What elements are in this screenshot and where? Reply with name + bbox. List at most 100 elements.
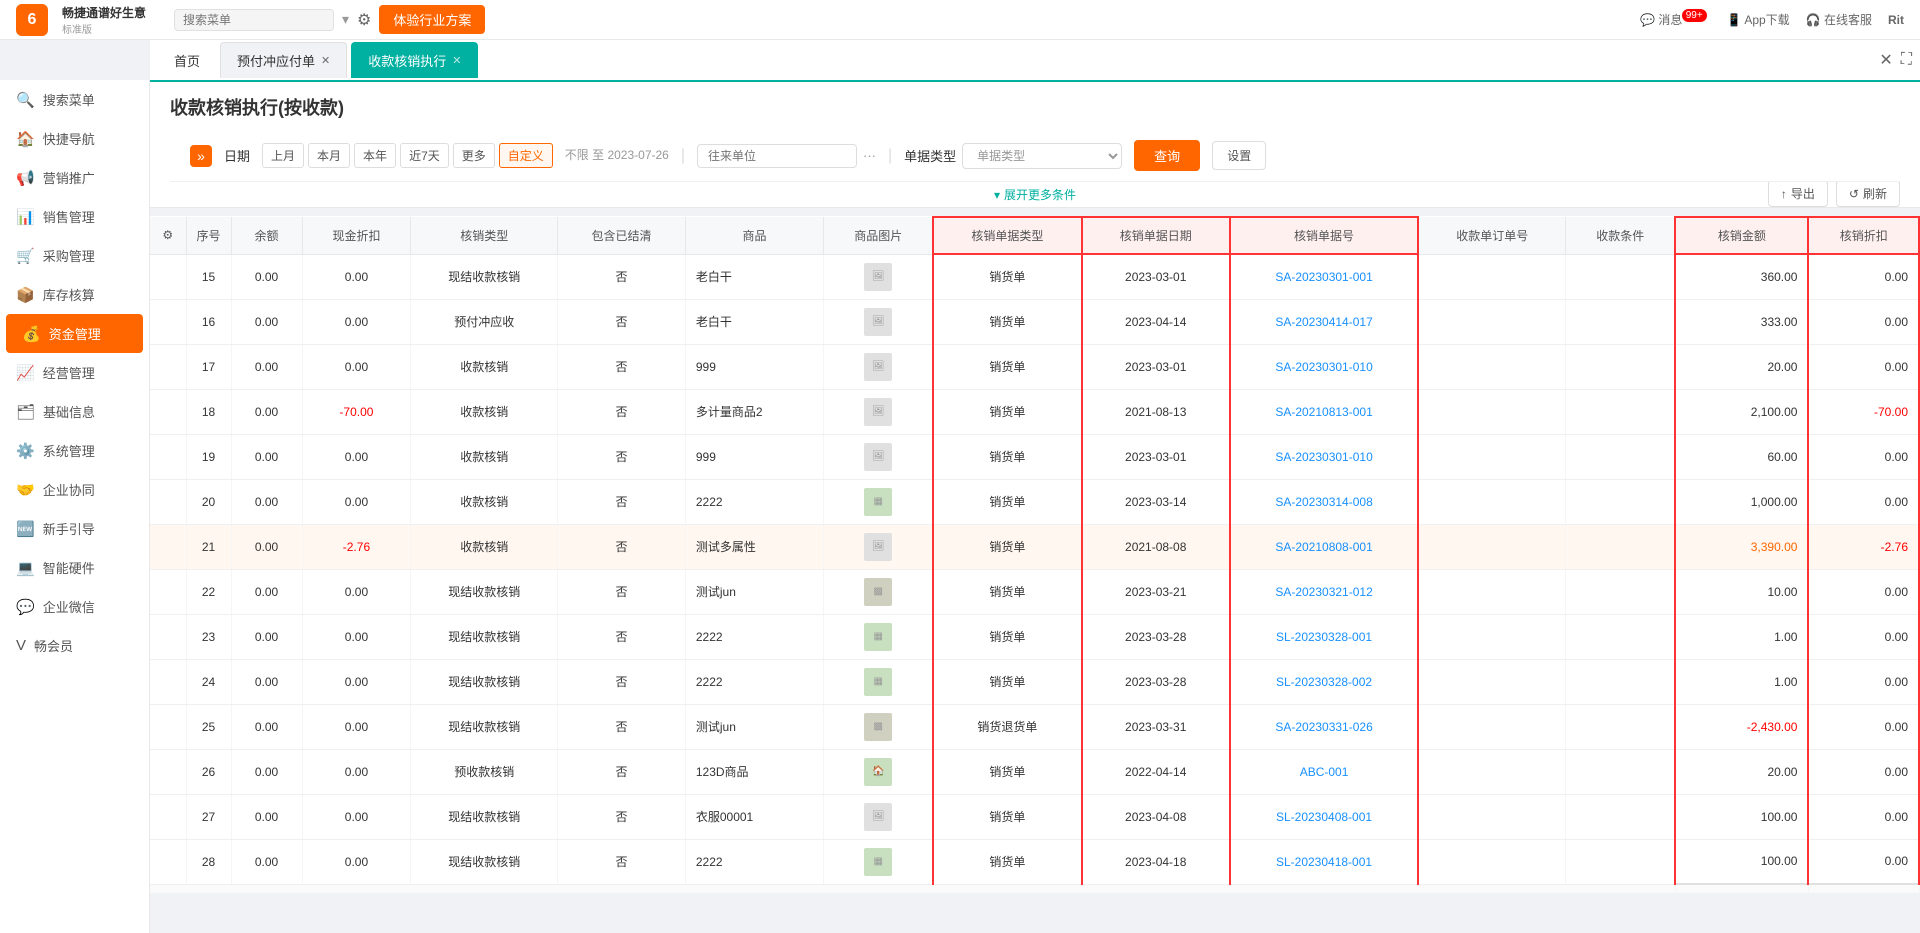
- sidebar-item-marketing[interactable]: 📢营销推广: [0, 158, 149, 197]
- table-row[interactable]: 20 0.00 0.00 收款核销 否 2222 ▦ 销货单 2023-03-1…: [150, 479, 1919, 524]
- td-bill-no: SA-20210813-001: [1230, 389, 1418, 434]
- tab-writeoff[interactable]: 收款核销执行 ✕: [351, 42, 478, 78]
- td-no: 26: [186, 749, 231, 794]
- sidebar-icon-finance: 💰: [22, 325, 41, 343]
- td-receipt-order-no: [1418, 839, 1566, 884]
- date-7days[interactable]: 近7天: [400, 143, 449, 168]
- tab-prepay[interactable]: 预付冲应付单 ✕: [220, 42, 347, 78]
- td-receipt-order-no: [1418, 524, 1566, 569]
- sidebar-item-wechat[interactable]: 💬企业微信: [0, 587, 149, 626]
- td-balance: 0.00: [231, 389, 302, 434]
- tab-prepay-close[interactable]: ✕: [321, 54, 330, 67]
- app-download-link[interactable]: 📱 App下载: [1727, 11, 1790, 28]
- td-bill-date: 2023-04-18: [1082, 839, 1230, 884]
- voucher-select[interactable]: 单据类型: [962, 143, 1122, 169]
- sidebar-item-inventory[interactable]: 📦库存核算: [0, 275, 149, 314]
- td-gear: [150, 479, 186, 524]
- settings-button[interactable]: 设置: [1212, 141, 1266, 170]
- td-receipt-condition: [1566, 344, 1676, 389]
- tab-bar: 首页 预付冲应付单 ✕ 收款核销执行 ✕ ✕ ⛶: [150, 40, 1920, 82]
- sidebar-item-hardware[interactable]: 💻智能硬件: [0, 548, 149, 587]
- sidebar-item-basic[interactable]: 🗂基础信息: [0, 392, 149, 431]
- sidebar-item-operations[interactable]: 📈经营管理: [0, 353, 149, 392]
- date-last-month[interactable]: 上月: [262, 143, 304, 168]
- main-content: 首页 预付冲应付单 ✕ 收款核销执行 ✕ ✕ ⛶ 收款核销执行(按收款) ↑ 导…: [150, 40, 1920, 893]
- sidebar-item-guide[interactable]: 🆕新手引导: [0, 509, 149, 548]
- sidebar-icon-search: 🔍: [16, 91, 35, 109]
- table-row[interactable]: 15 0.00 0.00 现结收款核销 否 老白干 🖼 销货单 2023-03-…: [150, 254, 1919, 299]
- td-bill-type: 销货单: [933, 524, 1081, 569]
- sidebar-item-system[interactable]: ⚙️系统管理: [0, 431, 149, 470]
- td-writeoff-type: 收款核销: [411, 479, 558, 524]
- export-button[interactable]: ↑ 导出: [1768, 180, 1828, 207]
- tab-writeoff-close[interactable]: ✕: [452, 54, 461, 67]
- table-row[interactable]: 28 0.00 0.00 现结收款核销 否 2222 ▦ 销货单 2023-04…: [150, 839, 1919, 884]
- online-service-link[interactable]: 🎧 在线客服: [1806, 11, 1872, 28]
- refresh-button[interactable]: ↺ 刷新: [1836, 180, 1900, 207]
- table-row[interactable]: 18 0.00 -70.00 收款核销 否 多计量商品2 🖼 销货单 2021-…: [150, 389, 1919, 434]
- tab-maximize-btn[interactable]: ⛶: [1901, 51, 1912, 69]
- td-product-img: ▦: [824, 479, 934, 524]
- tab-close-btn[interactable]: ✕: [1879, 50, 1892, 70]
- td-balance: 0.00: [231, 704, 302, 749]
- td-included-settled: 否: [558, 794, 686, 839]
- partner-input[interactable]: [697, 144, 857, 168]
- td-writeoff-type: 现结收款核销: [411, 794, 558, 839]
- td-writeoff-amount: 1,000.00: [1675, 479, 1808, 524]
- app-layout: 🔍搜索菜单🏠快捷导航📢营销推广📊销售管理🛒采购管理📦库存核算💰资金管理📈经营管理…: [0, 40, 1920, 893]
- dropdown-icon[interactable]: ▾: [342, 11, 349, 28]
- date-custom[interactable]: 自定义: [499, 143, 553, 168]
- td-included-settled: 否: [558, 839, 686, 884]
- td-receipt-order-no: [1418, 479, 1566, 524]
- query-button[interactable]: 查询: [1134, 140, 1200, 171]
- sidebar-item-corp[interactable]: 🤝企业协同: [0, 470, 149, 509]
- message-area[interactable]: 💬 消息 99+: [1640, 11, 1711, 28]
- filter-bar: » 日期 上月 本月 本年 近7天 更多 自定义 不限 至 2023-07-26…: [170, 130, 1900, 182]
- sidebar-item-nav[interactable]: 🏠快捷导航: [0, 119, 149, 158]
- table-row[interactable]: 24 0.00 0.00 现结收款核销 否 2222 ▦ 销货单 2023-03…: [150, 659, 1919, 704]
- td-writeoff-discount: 0.00: [1808, 704, 1919, 749]
- filter-expand-button[interactable]: »: [190, 145, 212, 167]
- date-this-year[interactable]: 本年: [354, 143, 396, 168]
- td-product: 多计量商品2: [685, 389, 823, 434]
- data-table-container[interactable]: ⚙ 序号 余额 现金折扣 核销类型 包含已结清 商品 商品图片 核销单据类型 核…: [150, 216, 1920, 893]
- table-row[interactable]: 16 0.00 0.00 预付冲应收 否 老白干 🖼 销货单 2023-04-1…: [150, 299, 1919, 344]
- top-search-input[interactable]: [174, 9, 334, 31]
- table-row[interactable]: 25 0.00 0.00 现结收款核销 否 测试jun ▩ 销货退货单 2023…: [150, 704, 1919, 749]
- table-row[interactable]: 22 0.00 0.00 现结收款核销 否 测试jun ▩ 销货单 2023-0…: [150, 569, 1919, 614]
- sidebar-item-vip[interactable]: V畅会员: [0, 626, 149, 665]
- sidebar-item-search[interactable]: 🔍搜索菜单: [0, 80, 149, 119]
- partner-dots[interactable]: ···: [863, 148, 876, 163]
- sidebar-item-finance[interactable]: 💰资金管理: [6, 314, 143, 353]
- td-no: 15: [186, 254, 231, 299]
- product-thumb: ▩: [864, 713, 892, 741]
- table-row[interactable]: 26 0.00 0.00 预收款核销 否 123D商品 🏠 销货单 2022-0…: [150, 749, 1919, 794]
- export-icon: ↑: [1781, 187, 1787, 201]
- th-product-img: 商品图片: [824, 217, 934, 254]
- table-row[interactable]: 17 0.00 0.00 收款核销 否 999 🖼 销货单 2023-03-01…: [150, 344, 1919, 389]
- td-cash-discount: -2.76: [302, 524, 411, 569]
- sidebar-item-purchase[interactable]: 🛒采购管理: [0, 236, 149, 275]
- table-row[interactable]: 21 0.00 -2.76 收款核销 否 测试多属性 🖼 销货单 2021-08…: [150, 524, 1919, 569]
- date-this-month[interactable]: 本月: [308, 143, 350, 168]
- td-cash-discount: 0.00: [302, 839, 411, 884]
- td-cash-discount: 0.00: [302, 614, 411, 659]
- td-receipt-condition: [1566, 794, 1676, 839]
- td-included-settled: 否: [558, 299, 686, 344]
- tab-home[interactable]: 首页: [158, 43, 216, 78]
- app-logo-text: 畅捷通谱好生意 标准版: [62, 4, 146, 36]
- expand-more-button[interactable]: ▾ 展开更多条件: [994, 186, 1076, 203]
- user-name[interactable]: Rit: [1888, 13, 1904, 27]
- th-included-settled: 包含已结清: [558, 217, 686, 254]
- sidebar-item-sales[interactable]: 📊销售管理: [0, 197, 149, 236]
- table-footer-row: 40,556,66... 952.24: [150, 884, 1919, 893]
- table-row[interactable]: 27 0.00 0.00 现结收款核销 否 衣服00001 🖼 销货单 2023…: [150, 794, 1919, 839]
- table-row[interactable]: 19 0.00 0.00 收款核销 否 999 🖼 销货单 2023-03-01…: [150, 434, 1919, 479]
- th-gear[interactable]: ⚙: [150, 217, 186, 254]
- td-writeoff-amount: 10.00: [1675, 569, 1808, 614]
- date-more[interactable]: 更多: [453, 143, 495, 168]
- settings-icon[interactable]: ⚙: [357, 10, 371, 30]
- table-row[interactable]: 23 0.00 0.00 现结收款核销 否 2222 ▦ 销货单 2023-03…: [150, 614, 1919, 659]
- solution-button[interactable]: 体验行业方案: [379, 5, 485, 34]
- th-balance: 余额: [231, 217, 302, 254]
